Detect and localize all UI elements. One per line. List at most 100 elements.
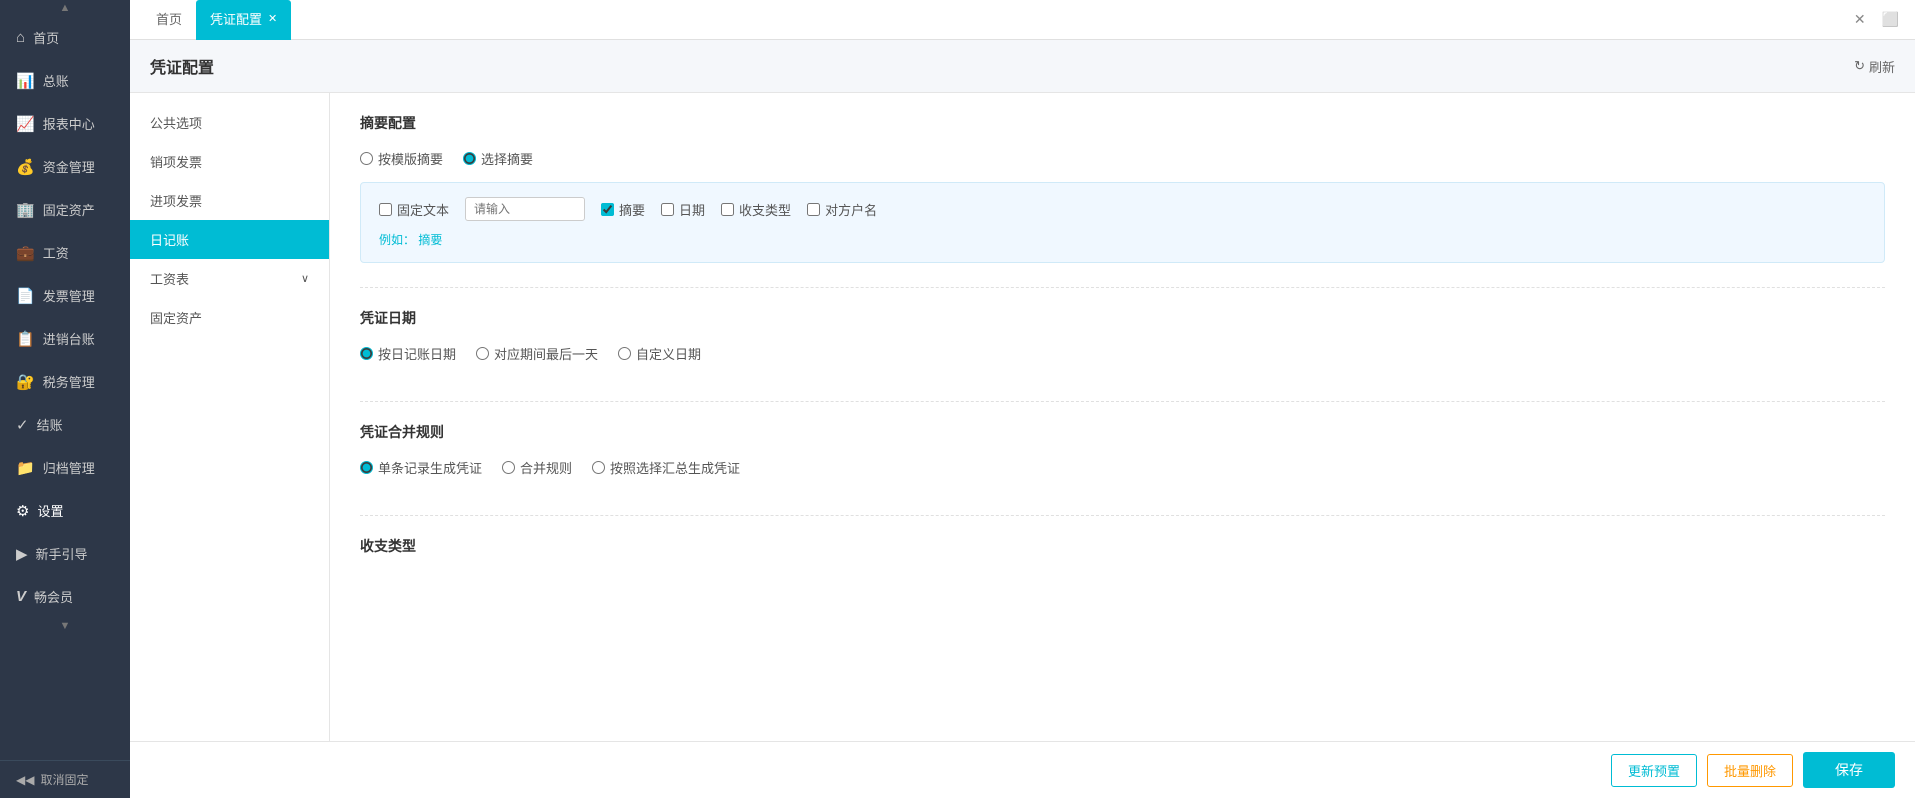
single-record-radio[interactable] [360,461,373,474]
sidebar-item-guide[interactable]: ▶ 新手引导 [0,532,130,575]
sidebar-item-member[interactable]: V 畅会员 [0,575,130,618]
save-button[interactable]: 保存 [1803,752,1895,788]
voucher-date-radio-row: 按日记账日期 对应期间最后一天 自定义日期 [360,344,1885,363]
layout-body: 公共选项 销项发票 进项发票 日记账 工资表 ∨ 固定资产 [130,93,1915,741]
template-summary-radio-label[interactable]: 按模版摘要 [360,149,443,168]
chevron-down-icon: ∨ [301,272,309,285]
tab-voucher-config[interactable]: 凭证配置 ✕ [196,0,291,40]
left-nav-item-fixed-assets[interactable]: 固定资产 [130,298,329,337]
left-nav-item-label: 工资表 [150,269,189,288]
sidebar-item-archive[interactable]: 📁 归档管理 [0,446,130,489]
merge-rules-radio[interactable] [502,461,515,474]
left-nav-item-journal[interactable]: 日记账 [130,220,329,259]
sidebar-item-settings[interactable]: ⚙ 设置 [0,489,130,532]
member-icon: V [16,588,26,605]
sidebar-item-salary[interactable]: 💼 工资 [0,231,130,274]
template-summary-label: 按模版摘要 [378,149,443,168]
income-type-checkbox-label[interactable]: 收支类型 [721,200,791,219]
left-nav-item-label: 公共选项 [150,113,202,132]
date-checkbox-label[interactable]: 日期 [661,200,705,219]
sidebar-item-label: 首页 [33,28,59,47]
refresh-button[interactable]: ↻ 刷新 [1854,57,1895,76]
fixed-text-label: 固定文本 [397,200,449,219]
left-nav-item-label: 固定资产 [150,308,202,327]
settings-icon: ⚙ [16,502,29,520]
sidebar-item-reports[interactable]: 📈 报表中心 [0,102,130,145]
left-nav-item-label: 进项发票 [150,191,202,210]
left-nav-item-public[interactable]: 公共选项 [130,103,329,142]
funds-icon: 💰 [16,158,35,176]
sidebar-item-close[interactable]: ✓ 结账 [0,403,130,446]
purchase-sales-icon: 📋 [16,330,35,348]
fixed-text-input[interactable] [465,197,585,221]
update-preset-button[interactable]: 更新预置 [1611,754,1697,787]
select-merge-radio-label[interactable]: 按照选择汇总生成凭证 [592,458,740,477]
sidebar-item-label: 工资 [43,243,69,262]
refresh-icon: ↻ [1854,58,1865,74]
tab-voucher-config-label: 凭证配置 [210,9,262,28]
tax-icon: 🔐 [16,373,35,391]
reports-icon: 📈 [16,115,35,133]
custom-date-radio[interactable] [618,347,631,360]
merge-rules-radio-row: 单条记录生成凭证 合并规则 按照选择汇总生成凭证 [360,458,1885,477]
sidebar-item-label: 结账 [37,415,63,434]
select-summary-radio[interactable] [463,152,476,165]
custom-date-radio-label[interactable]: 自定义日期 [618,344,701,363]
left-nav-item-payroll[interactable]: 工资表 ∨ [130,259,329,298]
select-merge-radio[interactable] [592,461,605,474]
merge-rules-radio-label[interactable]: 合并规则 [502,458,572,477]
sidebar-item-purchase-sales[interactable]: 📋 进销台账 [0,317,130,360]
summary-checkbox[interactable] [601,203,614,216]
counterpart-checkbox-label[interactable]: 对方户名 [807,200,877,219]
tab-close-window-button[interactable]: ✕ [1850,9,1870,30]
left-nav-item-sales-invoice[interactable]: 销项发票 [130,142,329,181]
sidebar-item-label: 畅会员 [34,587,73,606]
sidebar-item-tax[interactable]: 🔐 税务管理 [0,360,130,403]
date-checkbox[interactable] [661,203,674,216]
right-content: 摘要配置 按模版摘要 选择摘要 [330,93,1915,741]
period-last-day-radio[interactable] [476,347,489,360]
sidebar-item-ledger[interactable]: 📊 总账 [0,59,130,102]
sidebar-item-home[interactable]: ⌂ 首页 [0,16,130,59]
journal-date-radio[interactable] [360,347,373,360]
sidebar-scroll-up[interactable]: ▲ [0,0,130,16]
tab-bar: 首页 凭证配置 ✕ ✕ ⬜ [130,0,1915,40]
tab-home-label: 首页 [156,9,182,28]
summary-config-section: 摘要配置 按模版摘要 选择摘要 [360,113,1885,288]
sidebar-item-funds[interactable]: 💰 资金管理 [0,145,130,188]
batch-delete-button[interactable]: 批量删除 [1707,754,1793,787]
merge-rules-label: 合并规则 [520,458,572,477]
fixed-text-checkbox-label[interactable]: 固定文本 [379,200,449,219]
period-last-day-radio-label[interactable]: 对应期间最后一天 [476,344,598,363]
sidebar-scroll-down[interactable]: ▼ [0,618,130,634]
sidebar-item-invoice-mgmt[interactable]: 📄 发票管理 [0,274,130,317]
tab-home[interactable]: 首页 [142,0,196,40]
single-record-radio-label[interactable]: 单条记录生成凭证 [360,458,482,477]
summary-checkbox-label[interactable]: 摘要 [601,200,645,219]
counterpart-checkbox[interactable] [807,203,820,216]
template-summary-radio[interactable] [360,152,373,165]
sidebar-item-label: 固定资产 [43,200,95,219]
page-title: 凭证配置 [150,54,214,78]
left-nav-item-purchase-invoice[interactable]: 进项发票 [130,181,329,220]
summary-cb-label: 摘要 [619,200,645,219]
income-type-checkbox[interactable] [721,203,734,216]
fixed-text-checkbox[interactable] [379,203,392,216]
sidebar-unpin-button[interactable]: ◀◀ 取消固定 [0,760,130,798]
select-summary-radio-label[interactable]: 选择摘要 [463,149,533,168]
main-area: 首页 凭证配置 ✕ ✕ ⬜ 凭证配置 ↻ 刷新 公共选项 [130,0,1915,798]
sidebar-item-label: 总账 [43,71,69,90]
date-cb-label: 日期 [679,200,705,219]
sidebar-item-label: 归档管理 [43,458,95,477]
page-header: 凭证配置 ↻ 刷新 [130,40,1915,93]
tab-close-icon[interactable]: ✕ [268,12,277,25]
tab-restore-button[interactable]: ⬜ [1878,9,1903,30]
sidebar-item-assets[interactable]: 🏢 固定资产 [0,188,130,231]
example-text: 例如： 摘要 [379,231,1866,248]
merge-rules-title: 凭证合并规则 [360,422,1885,442]
archive-icon: 📁 [16,459,35,477]
custom-date-label: 自定义日期 [636,344,701,363]
income-type-cb-label: 收支类型 [739,200,791,219]
journal-date-radio-label[interactable]: 按日记账日期 [360,344,456,363]
journal-date-label: 按日记账日期 [378,344,456,363]
